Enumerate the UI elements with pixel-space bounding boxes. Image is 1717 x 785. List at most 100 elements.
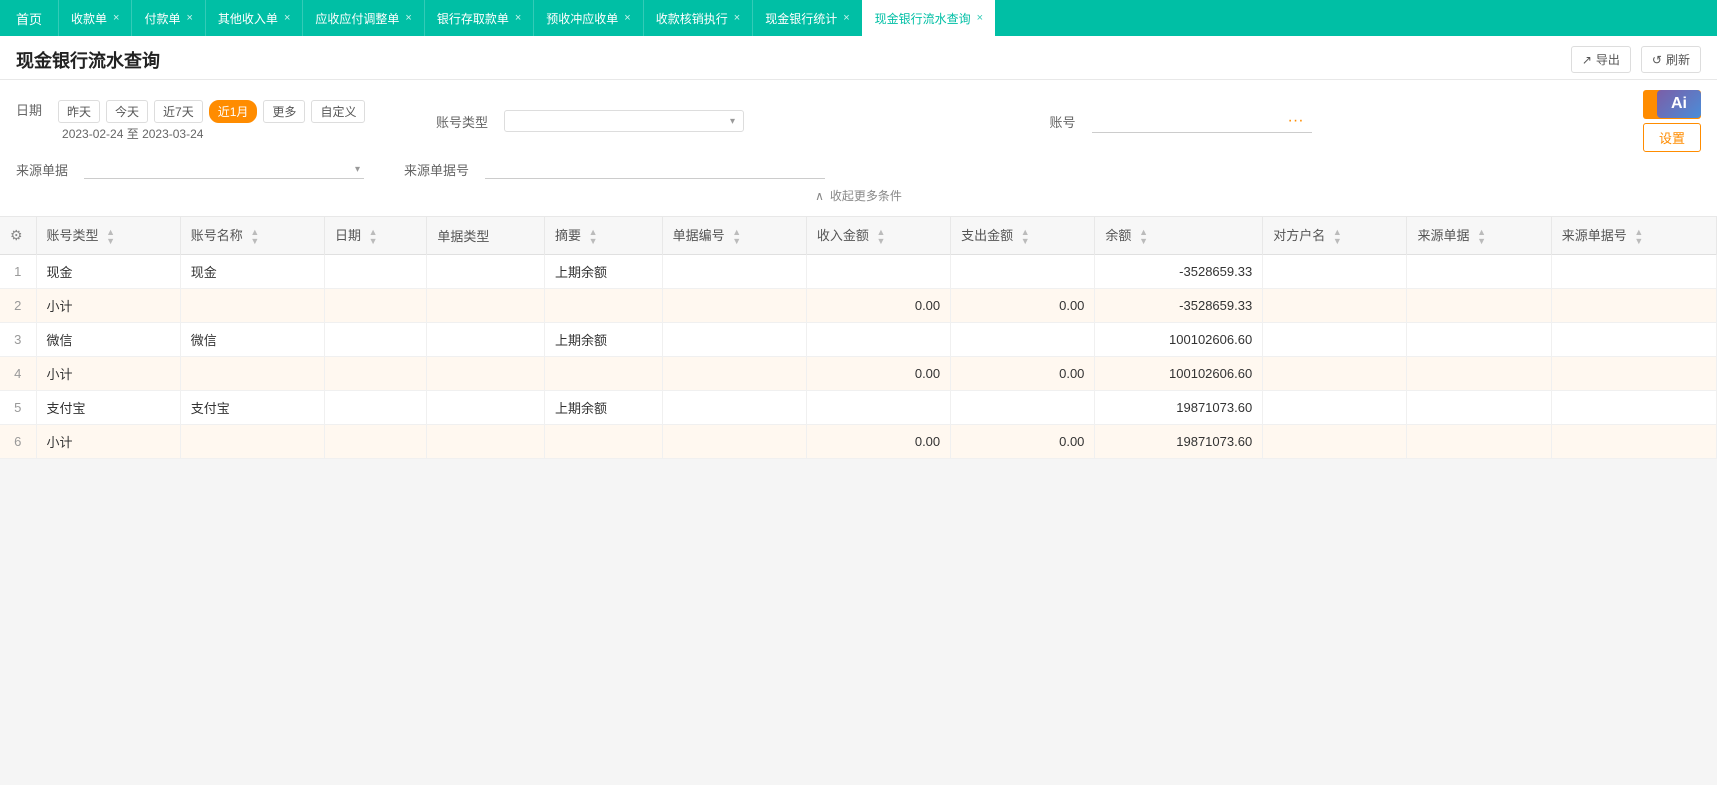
collapse-up-icon: ∧: [815, 189, 824, 203]
table-body: 1现金现金上期余额-3528659.332小计0.000.00-3528659.…: [0, 254, 1717, 458]
source-doc-select[interactable]: ▾: [84, 160, 364, 179]
table-row: 1现金现金上期余额-3528659.33: [0, 254, 1717, 288]
source-doc-no-wrap[interactable]: [485, 160, 825, 179]
col-account-type[interactable]: 账号类型 ▲▼: [36, 217, 180, 254]
cell-date: [325, 390, 427, 424]
nav-home[interactable]: 首页: [0, 0, 58, 36]
col-counterpart[interactable]: 对方户名 ▲▼: [1263, 217, 1407, 254]
close-tab-5-icon[interactable]: ×: [624, 12, 630, 24]
account-type-label: 账号类型: [436, 112, 488, 131]
account-type-input[interactable]: [513, 114, 730, 128]
col-doc-no[interactable]: 单据编号 ▲▼: [662, 217, 806, 254]
cell-doc-no: [662, 424, 806, 458]
close-tab-1-icon[interactable]: ×: [186, 12, 192, 24]
source-doc-no-label: 来源单据号: [404, 160, 469, 179]
cell-income: 0.00: [806, 288, 950, 322]
row-number: 5: [0, 390, 36, 424]
close-tab-8-icon[interactable]: ×: [977, 12, 983, 24]
filter-row-2: 来源单据 ▾ 来源单据号: [16, 160, 1701, 179]
cell-counterpart: [1263, 390, 1407, 424]
cell-income: [806, 254, 950, 288]
close-tab-4-icon[interactable]: ×: [515, 12, 521, 24]
col-date[interactable]: 日期 ▲▼: [325, 217, 427, 254]
date-btn-more[interactable]: 更多: [263, 100, 305, 123]
col-balance[interactable]: 余额 ▲▼: [1095, 217, 1263, 254]
cell-summary: [545, 424, 663, 458]
cell-source-doc-no: [1551, 356, 1716, 390]
cell-expense: 0.00: [951, 424, 1095, 458]
close-tab-3-icon[interactable]: ×: [405, 12, 411, 24]
nav-tab-1[interactable]: 付款单 ×: [131, 0, 204, 36]
cell-income: [806, 390, 950, 424]
nav-tab-5[interactable]: 预收冲应收单 ×: [533, 0, 642, 36]
col-source-doc[interactable]: 来源单据 ▲▼: [1407, 217, 1551, 254]
col-expense[interactable]: 支出金额 ▲▼: [951, 217, 1095, 254]
cell-summary: 上期余额: [545, 254, 663, 288]
close-tab-7-icon[interactable]: ×: [843, 12, 849, 24]
nav-tab-4[interactable]: 银行存取款单 ×: [424, 0, 533, 36]
col-summary[interactable]: 摘要 ▲▼: [545, 217, 663, 254]
ai-badge[interactable]: Ai: [1657, 90, 1701, 118]
nav-tab-3[interactable]: 应收应付调整单 ×: [302, 0, 423, 36]
export-icon: ↗: [1582, 53, 1592, 67]
cell-account-name: 微信: [180, 322, 324, 356]
nav-tab-6[interactable]: 收款核销执行 ×: [643, 0, 752, 36]
source-doc-arrow-icon: ▾: [355, 164, 360, 175]
date-btn-yesterday[interactable]: 昨天: [58, 100, 100, 123]
cell-summary: [545, 356, 663, 390]
cell-expense: 0.00: [951, 288, 1095, 322]
sort-source-doc-icon: ▲▼: [1477, 228, 1486, 246]
table-row: 4小计0.000.00100102606.60: [0, 356, 1717, 390]
close-tab-6-icon[interactable]: ×: [734, 12, 740, 24]
col-income[interactable]: 收入金额 ▲▼: [806, 217, 950, 254]
source-doc-input[interactable]: [88, 162, 355, 176]
date-btn-custom[interactable]: 自定义: [311, 100, 365, 123]
account-type-select[interactable]: ▾: [504, 110, 744, 132]
cell-summary: 上期余额: [545, 322, 663, 356]
cell-account-type: 现金: [36, 254, 180, 288]
cell-date: [325, 356, 427, 390]
date-range: 2023-02-24 至 2023-03-24: [62, 125, 365, 142]
gear-icon[interactable]: ⚙: [10, 227, 23, 243]
cell-doc-no: [662, 254, 806, 288]
row-number: 4: [0, 356, 36, 390]
source-doc-label: 来源单据: [16, 160, 68, 179]
col-account-name[interactable]: 账号名称 ▲▼: [180, 217, 324, 254]
date-btn-7days[interactable]: 近7天: [154, 100, 203, 123]
sort-expense-icon: ▲▼: [1021, 228, 1030, 246]
cell-balance: 100102606.60: [1095, 356, 1263, 390]
setting-button[interactable]: 设置: [1643, 123, 1701, 152]
nav-tab-0[interactable]: 收款单 ×: [58, 0, 131, 36]
cell-expense: [951, 322, 1095, 356]
close-tab-2-icon[interactable]: ×: [284, 12, 290, 24]
row-number: 3: [0, 322, 36, 356]
nav-tab-8[interactable]: 现金银行流水查询 ×: [862, 0, 995, 36]
col-doc-type: 单据类型: [427, 217, 545, 254]
date-btn-today[interactable]: 今天: [106, 100, 148, 123]
cell-expense: 0.00: [951, 356, 1095, 390]
account-dots-icon[interactable]: ···: [1284, 112, 1308, 130]
date-btn-1month[interactable]: 近1月: [209, 100, 258, 123]
date-col: 昨天 今天 近7天 近1月 更多 自定义 2023-02-24 至 2023-0…: [58, 100, 365, 142]
sort-income-icon: ▲▼: [877, 228, 886, 246]
sort-account-name-icon: ▲▼: [250, 228, 259, 246]
filter-area: 日期 昨天 今天 近7天 近1月 更多 自定义 2023-02-24 至 202…: [0, 80, 1717, 217]
data-table: ⚙ 账号类型 ▲▼ 账号名称 ▲▼ 日期 ▲▼ 单据类型 摘要 ▲▼: [0, 217, 1717, 459]
sort-source-doc-no-icon: ▲▼: [1634, 228, 1643, 246]
source-doc-no-input[interactable]: [489, 162, 821, 176]
nav-tab-7[interactable]: 现金银行统计 ×: [752, 0, 861, 36]
close-tab-0-icon[interactable]: ×: [113, 12, 119, 24]
nav-tab-2[interactable]: 其他收入单 ×: [205, 0, 302, 36]
row-number: 2: [0, 288, 36, 322]
refresh-button[interactable]: ↺ 刷新: [1641, 46, 1701, 73]
cell-source-doc-no: [1551, 322, 1716, 356]
export-button[interactable]: ↗ 导出: [1571, 46, 1631, 73]
sort-balance-icon: ▲▼: [1139, 228, 1148, 246]
collapse-bar[interactable]: ∧ 收起更多条件: [16, 183, 1701, 210]
row-number: 1: [0, 254, 36, 288]
cell-doc-type: [427, 254, 545, 288]
col-gear: ⚙: [0, 217, 36, 254]
cell-doc-no: [662, 288, 806, 322]
col-source-doc-no[interactable]: 来源单据号 ▲▼: [1551, 217, 1716, 254]
account-input[interactable]: [1096, 114, 1284, 128]
